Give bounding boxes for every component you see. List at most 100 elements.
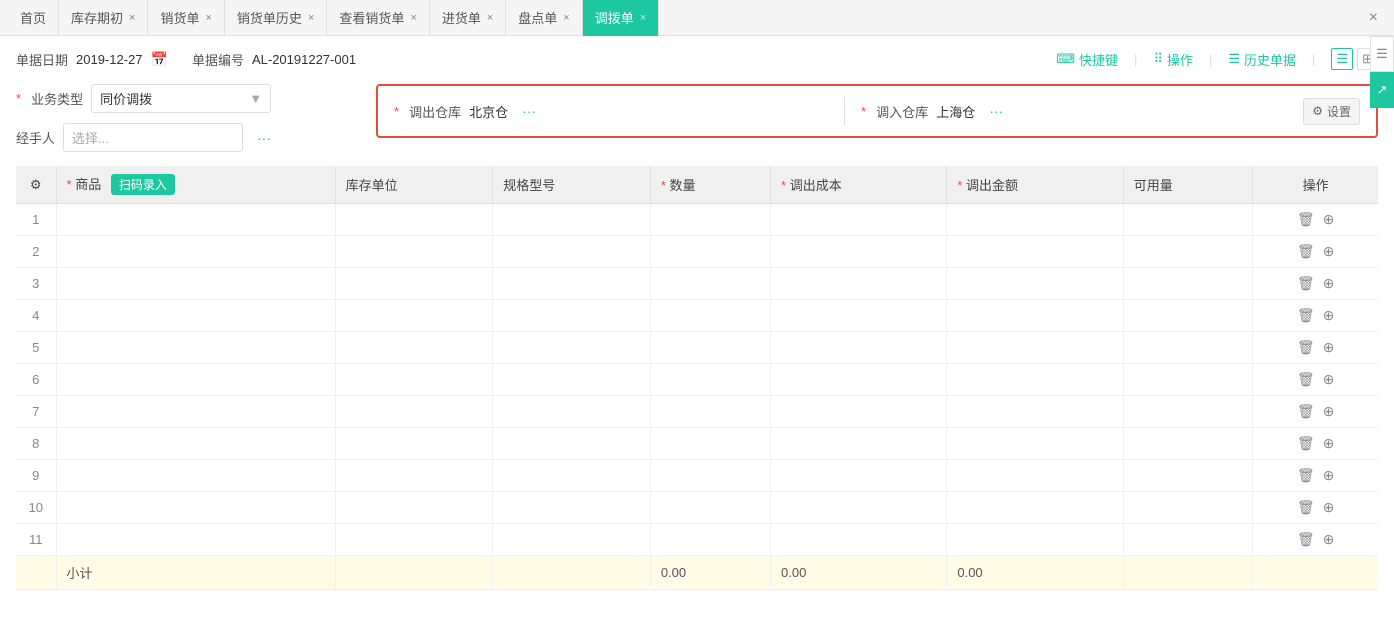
copy-icon-7[interactable]: ⊕ — [1323, 403, 1335, 420]
tab-inventory-init[interactable]: 库存期初 × — [59, 0, 148, 36]
product-cell-6[interactable] — [56, 364, 335, 396]
unit-cell-4[interactable] — [335, 300, 493, 332]
unit-cell-5[interactable] — [335, 332, 493, 364]
amount-cell-10[interactable] — [947, 492, 1123, 524]
amount-cell-3[interactable] — [947, 268, 1123, 300]
handler-more-button[interactable]: ··· — [257, 130, 271, 146]
qty-cell-2[interactable] — [650, 236, 770, 268]
delete-icon-11[interactable]: 🗑 — [1297, 531, 1315, 548]
qty-cell-9[interactable] — [650, 460, 770, 492]
cost-cell-10[interactable] — [771, 492, 947, 524]
available-cell-8[interactable] — [1123, 428, 1253, 460]
tab-stocktake[interactable]: 盘点单 × — [506, 0, 582, 36]
spec-cell-1[interactable] — [493, 204, 651, 236]
qty-cell-11[interactable] — [650, 524, 770, 556]
copy-icon-1[interactable]: ⊕ — [1323, 211, 1335, 228]
copy-icon-2[interactable]: ⊕ — [1323, 243, 1335, 260]
amount-cell-6[interactable] — [947, 364, 1123, 396]
spec-cell-9[interactable] — [493, 460, 651, 492]
amount-cell-7[interactable] — [947, 396, 1123, 428]
tab-sales-history-close[interactable]: × — [308, 12, 314, 24]
business-type-select[interactable]: 同价调拨 ▼ — [91, 84, 271, 113]
product-cell-1[interactable] — [56, 204, 335, 236]
copy-icon-4[interactable]: ⊕ — [1323, 307, 1335, 324]
copy-icon-3[interactable]: ⊕ — [1323, 275, 1335, 292]
tab-home[interactable]: 首页 — [8, 0, 59, 36]
window-close-button[interactable]: × — [1361, 9, 1386, 27]
tab-transfer-close[interactable]: × — [640, 12, 646, 24]
delete-icon-10[interactable]: 🗑 — [1297, 499, 1315, 516]
product-cell-4[interactable] — [56, 300, 335, 332]
delete-icon-8[interactable]: 🗑 — [1297, 435, 1315, 452]
product-cell-10[interactable] — [56, 492, 335, 524]
tab-sales-order-close[interactable]: × — [205, 12, 211, 24]
amount-cell-5[interactable] — [947, 332, 1123, 364]
tab-transfer[interactable]: 调拨单 × — [583, 0, 659, 36]
tab-purchase-order-close[interactable]: × — [487, 12, 493, 24]
delete-icon-9[interactable]: 🗑 — [1297, 467, 1315, 484]
available-cell-9[interactable] — [1123, 460, 1253, 492]
delete-icon-3[interactable]: 🗑 — [1297, 275, 1315, 292]
qty-cell-10[interactable] — [650, 492, 770, 524]
qty-cell-5[interactable] — [650, 332, 770, 364]
available-cell-3[interactable] — [1123, 268, 1253, 300]
delete-icon-2[interactable]: 🗑 — [1297, 243, 1315, 260]
shortcut-button[interactable]: ⌨ 快捷键 — [1056, 50, 1118, 69]
cost-cell-8[interactable] — [771, 428, 947, 460]
spec-cell-4[interactable] — [493, 300, 651, 332]
tab-sales-history[interactable]: 销货单历史 × — [225, 0, 327, 36]
product-cell-5[interactable] — [56, 332, 335, 364]
qty-cell-8[interactable] — [650, 428, 770, 460]
transfer-out-more-button[interactable]: ··· — [522, 103, 536, 119]
amount-cell-2[interactable] — [947, 236, 1123, 268]
product-cell-8[interactable] — [56, 428, 335, 460]
handler-input[interactable]: 选择... — [63, 123, 243, 152]
delete-icon-6[interactable]: 🗑 — [1297, 371, 1315, 388]
unit-cell-9[interactable] — [335, 460, 493, 492]
amount-cell-9[interactable] — [947, 460, 1123, 492]
product-cell-9[interactable] — [56, 460, 335, 492]
product-cell-3[interactable] — [56, 268, 335, 300]
qty-cell-7[interactable] — [650, 396, 770, 428]
amount-cell-11[interactable] — [947, 524, 1123, 556]
settings-button[interactable]: ⚙ 设置 — [1303, 98, 1360, 125]
copy-icon-9[interactable]: ⊕ — [1323, 467, 1335, 484]
barcode-scan-button[interactable]: 扫码录入 — [111, 174, 175, 195]
spec-cell-6[interactable] — [493, 364, 651, 396]
unit-cell-1[interactable] — [335, 204, 493, 236]
copy-icon-10[interactable]: ⊕ — [1323, 499, 1335, 516]
copy-icon-5[interactable]: ⊕ — [1323, 339, 1335, 356]
cost-cell-3[interactable] — [771, 268, 947, 300]
spec-cell-3[interactable] — [493, 268, 651, 300]
qty-cell-4[interactable] — [650, 300, 770, 332]
cost-cell-7[interactable] — [771, 396, 947, 428]
available-cell-4[interactable] — [1123, 300, 1253, 332]
delete-icon-4[interactable]: 🗑 — [1297, 307, 1315, 324]
spec-cell-5[interactable] — [493, 332, 651, 364]
unit-cell-10[interactable] — [335, 492, 493, 524]
available-cell-11[interactable] — [1123, 524, 1253, 556]
qty-cell-6[interactable] — [650, 364, 770, 396]
spec-cell-2[interactable] — [493, 236, 651, 268]
available-cell-6[interactable] — [1123, 364, 1253, 396]
unit-cell-11[interactable] — [335, 524, 493, 556]
cost-cell-2[interactable] — [771, 236, 947, 268]
delete-icon-1[interactable]: 🗑 — [1297, 211, 1315, 228]
available-cell-7[interactable] — [1123, 396, 1253, 428]
copy-icon-6[interactable]: ⊕ — [1323, 371, 1335, 388]
sidebar-notes-icon[interactable]: ☰ — [1370, 36, 1394, 72]
available-cell-1[interactable] — [1123, 204, 1253, 236]
delete-icon-7[interactable]: 🗑 — [1297, 403, 1315, 420]
cost-cell-11[interactable] — [771, 524, 947, 556]
th-settings[interactable]: ⚙ — [16, 166, 56, 204]
available-cell-10[interactable] — [1123, 492, 1253, 524]
qty-cell-1[interactable] — [650, 204, 770, 236]
tab-purchase-order[interactable]: 进货单 × — [430, 0, 506, 36]
cost-cell-5[interactable] — [771, 332, 947, 364]
tab-stocktake-close[interactable]: × — [563, 12, 569, 24]
calendar-icon[interactable]: 📅 — [151, 51, 168, 68]
tab-inventory-init-close[interactable]: × — [129, 12, 135, 24]
tab-view-sales-close[interactable]: × — [410, 12, 416, 24]
unit-cell-3[interactable] — [335, 268, 493, 300]
unit-cell-8[interactable] — [335, 428, 493, 460]
